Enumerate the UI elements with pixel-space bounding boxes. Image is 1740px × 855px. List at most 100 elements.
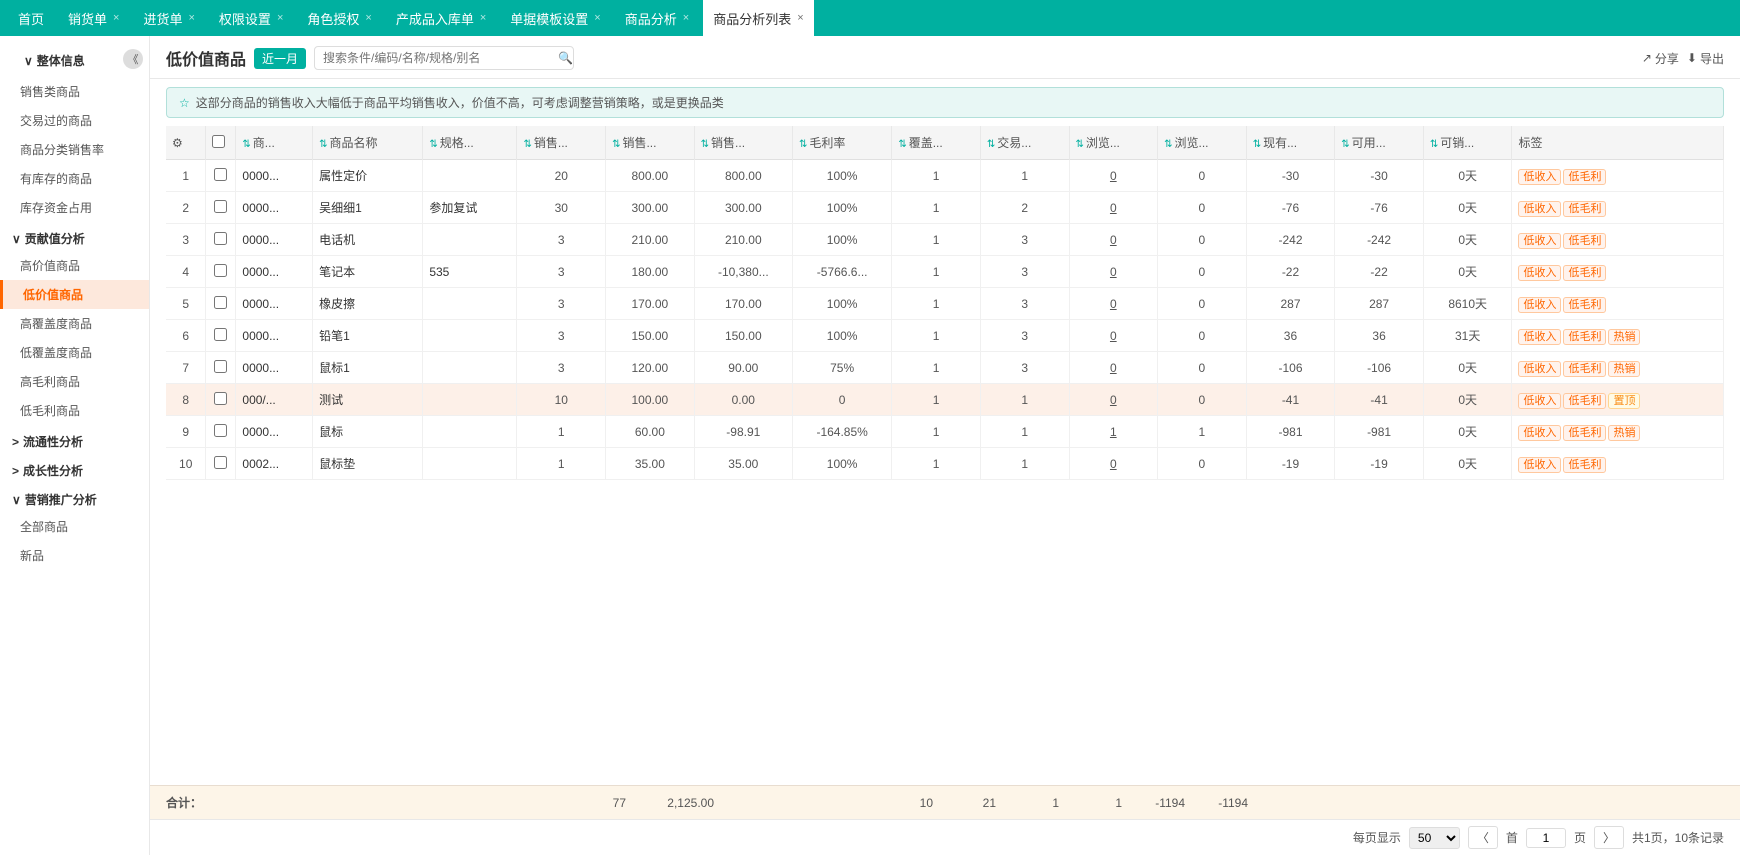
nav-role-auth[interactable]: 角色授权 × [297,0,381,36]
sidebar-item-low-value[interactable]: 低价值商品 [0,280,149,309]
row-view1[interactable]: 0 [1069,224,1158,256]
col-current[interactable]: ⇅现有... [1246,126,1335,160]
share-btn[interactable]: ↗ 分享 [1642,50,1679,67]
sidebar-item-low-coverage[interactable]: 低覆盖度商品 [0,338,149,367]
nav-close-product-analysis-list[interactable]: × [797,12,803,24]
row-name[interactable]: 笔记本 [313,256,423,288]
col-sale-qty[interactable]: ⇅销售... [517,126,606,160]
sidebar-item-high-value[interactable]: 高价值商品 [0,251,149,280]
view1-link[interactable]: 0 [1110,233,1117,247]
sidebar-group-circulation[interactable]: > 流通性分析 [0,425,149,454]
row-checkbox[interactable] [214,200,227,213]
row-checkbox[interactable] [214,168,227,181]
view1-link[interactable]: 0 [1110,201,1117,215]
row-view1[interactable]: 0 [1069,448,1158,480]
table-row[interactable]: 6 0000... 铅笔1 3 150.00 150.00 100% 1 3 0… [166,320,1724,352]
table-row[interactable]: 7 0000... 鼠标1 3 120.00 90.00 75% 1 3 0 0… [166,352,1724,384]
page-size-select[interactable]: 50 100 200 [1409,827,1460,849]
col-cover[interactable]: ⇅覆盖... [892,126,981,160]
row-checkbox[interactable] [214,328,227,341]
view1-link[interactable]: 0 [1110,329,1117,343]
view1-link[interactable]: 0 [1110,457,1117,471]
row-view1[interactable]: 1 [1069,416,1158,448]
sidebar-item-low-gross[interactable]: 低毛利商品 [0,396,149,425]
row-view1[interactable]: 0 [1069,352,1158,384]
row-name[interactable]: 鼠标1 [313,352,423,384]
nav-home[interactable]: 首页 [8,0,54,36]
row-checkbox[interactable] [214,360,227,373]
row-checkbox-cell[interactable] [206,384,236,416]
row-checkbox-cell[interactable] [206,320,236,352]
export-btn[interactable]: ⬇ 导出 [1687,50,1724,67]
nav-close-product-stock[interactable]: × [480,12,486,24]
col-name[interactable]: ⇅商品名称 [313,126,423,160]
row-checkbox-cell[interactable] [206,288,236,320]
row-checkbox-cell[interactable] [206,256,236,288]
sidebar-item-new-goods[interactable]: 新品 [0,541,149,570]
view1-link[interactable]: 0 [1110,297,1117,311]
period-tag-btn[interactable]: 近一月 [254,48,306,69]
sidebar-item-sales-goods[interactable]: 销售类商品 [0,77,149,106]
row-checkbox[interactable] [214,392,227,405]
row-view1[interactable]: 0 [1069,320,1158,352]
col-sale-cost[interactable]: ⇅销售... [694,126,792,160]
sidebar-item-high-gross[interactable]: 高毛利商品 [0,367,149,396]
row-name[interactable]: 测试 [313,384,423,416]
sidebar-item-all-goods[interactable]: 全部商品 [0,512,149,541]
first-page-btn[interactable]: 〈 [1468,826,1498,849]
view1-link[interactable]: 0 [1110,361,1117,375]
col-view1[interactable]: ⇅浏览... [1069,126,1158,160]
col-settings[interactable]: ⚙ [166,126,206,160]
view1-link[interactable]: 0 [1110,265,1117,279]
row-name[interactable]: 吴细细1 [313,192,423,224]
nav-permission[interactable]: 权限设置 × [209,0,293,36]
col-trade[interactable]: ⇅交易... [980,126,1069,160]
table-row[interactable]: 3 0000... 电话机 3 210.00 210.00 100% 1 3 0… [166,224,1724,256]
table-row[interactable]: 2 0000... 吴细细1 参加复试 30 300.00 300.00 100… [166,192,1724,224]
nav-purchase-order[interactable]: 进货单 × [133,0,204,36]
sidebar-item-stock-fund[interactable]: 库存资金占用 [0,193,149,222]
page-input[interactable] [1526,828,1566,848]
col-code[interactable]: ⇅商... [236,126,313,160]
nav-close-permission[interactable]: × [277,12,283,24]
search-input[interactable] [314,46,574,70]
nav-close-sales[interactable]: × [113,12,119,24]
nav-close-product-analysis[interactable]: × [683,12,689,24]
nav-close-purchase[interactable]: × [188,12,194,24]
table-row[interactable]: 8 000/... 测试 10 100.00 0.00 0 1 1 0 0 -4… [166,384,1724,416]
table-row[interactable]: 5 0000... 橡皮擦 3 170.00 170.00 100% 1 3 0… [166,288,1724,320]
row-checkbox[interactable] [214,232,227,245]
search-icon[interactable]: 🔍 [558,51,573,65]
row-view1[interactable]: 0 [1069,192,1158,224]
row-checkbox[interactable] [214,424,227,437]
sidebar-item-high-coverage[interactable]: 高覆盖度商品 [0,309,149,338]
row-checkbox[interactable] [214,456,227,469]
table-row[interactable]: 1 0000... 属性定价 20 800.00 800.00 100% 1 1… [166,160,1724,192]
nav-product-analysis-list[interactable]: 商品分析列表 × [703,0,813,36]
nav-product-analysis[interactable]: 商品分析 × [615,0,699,36]
nav-close-template[interactable]: × [594,12,600,24]
row-checkbox[interactable] [214,296,227,309]
col-spec[interactable]: ⇅规格... [423,126,517,160]
view1-link[interactable]: 0 [1110,169,1117,183]
row-name[interactable]: 铅笔1 [313,320,423,352]
col-sale-price[interactable]: ⇅销售... [606,126,695,160]
nav-product-stock[interactable]: 产成品入库单 × [386,0,496,36]
col-gross-rate[interactable]: ⇅毛利率 [792,126,891,160]
col-view2[interactable]: ⇅浏览... [1158,126,1247,160]
row-checkbox-cell[interactable] [206,352,236,384]
row-view1[interactable]: 0 [1069,160,1158,192]
table-row[interactable]: 4 0000... 笔记本 535 3 180.00 -10,380... -5… [166,256,1724,288]
sidebar-item-stock-goods[interactable]: 有库存的商品 [0,164,149,193]
row-name[interactable]: 鼠标 [313,416,423,448]
col-salable[interactable]: ⇅可销... [1423,126,1512,160]
row-checkbox-cell[interactable] [206,448,236,480]
view1-link[interactable]: 1 [1110,425,1117,439]
row-checkbox-cell[interactable] [206,192,236,224]
nav-close-role[interactable]: × [365,12,371,24]
table-row[interactable]: 10 0002... 鼠标垫 1 35.00 35.00 100% 1 1 0 … [166,448,1724,480]
nav-template[interactable]: 单据模板设置 × [500,0,610,36]
sidebar-collapse-btn[interactable]: 《 [123,49,143,69]
sidebar-group-growth[interactable]: > 成长性分析 [0,454,149,483]
table-row[interactable]: 9 0000... 鼠标 1 60.00 -98.91 -164.85% 1 1… [166,416,1724,448]
